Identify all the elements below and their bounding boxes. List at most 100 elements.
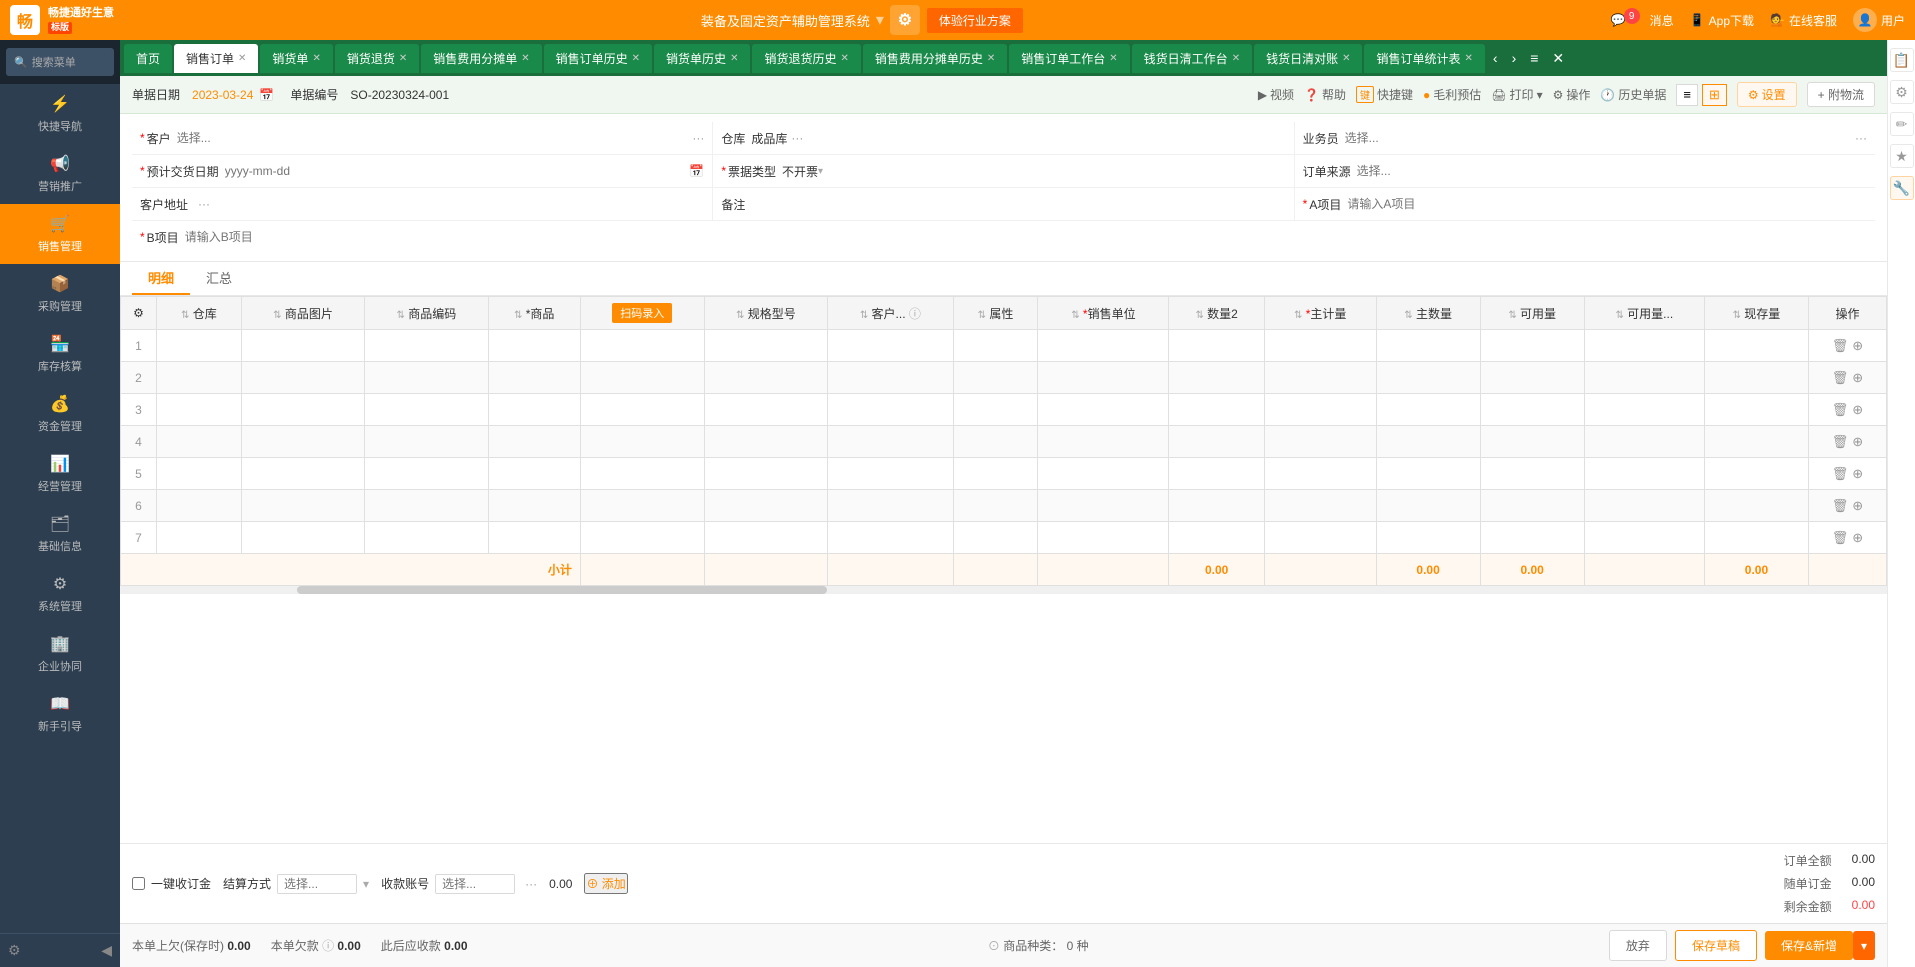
- tab-close-daily-account[interactable]: ✕: [1342, 53, 1350, 64]
- customer-more-btn[interactable]: ···: [692, 131, 704, 145]
- th-product-code[interactable]: ⇅ 商品编码: [365, 297, 488, 330]
- td-qty2-7[interactable]: [1169, 522, 1265, 554]
- tab-close-refund-history[interactable]: ✕: [840, 53, 848, 64]
- td-spec-4[interactable]: [704, 426, 827, 458]
- history-btn[interactable]: 🕐 历史单据: [1600, 86, 1666, 103]
- td-customer-2[interactable]: [828, 362, 954, 394]
- td-product-name-2[interactable]: [488, 362, 580, 394]
- tab-close-sales-invoice[interactable]: ✕: [312, 53, 320, 64]
- td-spec-1[interactable]: [704, 330, 827, 362]
- copy-row-5-btn[interactable]: ⊕: [1852, 466, 1863, 482]
- td-available-7[interactable]: [1480, 522, 1584, 554]
- scan-input-btn[interactable]: 扫码录入: [612, 303, 672, 323]
- td-main-qty-3[interactable]: [1376, 394, 1480, 426]
- th-main-unit[interactable]: ⇅ *主计量: [1264, 297, 1376, 330]
- invoice-type-select[interactable]: 不开票: [782, 163, 818, 180]
- td-available2-3[interactable]: [1584, 394, 1704, 426]
- sidebar-item-operations[interactable]: 📊 经营管理: [0, 444, 120, 504]
- grid-layout-btn[interactable]: ⊞: [1702, 84, 1727, 106]
- td-sales-unit-6[interactable]: [1038, 490, 1169, 522]
- delete-row-6-btn[interactable]: 🗑: [1832, 498, 1849, 514]
- sidebar-item-quick-nav[interactable]: ⚡ 快捷导航: [0, 84, 120, 144]
- delete-row-4-btn[interactable]: 🗑: [1832, 434, 1849, 450]
- td-main-unit-4[interactable]: [1264, 426, 1376, 458]
- payment-method-input[interactable]: [277, 874, 357, 894]
- td-spec-7[interactable]: [704, 522, 827, 554]
- help-btn[interactable]: ❓ 帮助: [1304, 86, 1346, 103]
- tab-sales-order-history[interactable]: 销售订单历史 ✕: [544, 44, 652, 73]
- right-settings-btn[interactable]: ⚙ 设置: [1737, 82, 1797, 107]
- td-attr-7[interactable]: [953, 522, 1038, 554]
- td-available-3[interactable]: [1480, 394, 1584, 426]
- td-warehouse-6[interactable]: [157, 490, 242, 522]
- action-btn[interactable]: ⚙ 操作: [1553, 86, 1591, 103]
- delete-row-2-btn[interactable]: 🗑: [1832, 370, 1849, 386]
- message-btn[interactable]: 💬 9 消息: [1611, 12, 1674, 29]
- td-main-unit-7[interactable]: [1264, 522, 1376, 554]
- user-avatar[interactable]: 👤 用户: [1853, 8, 1905, 32]
- attach-btn[interactable]: + 附物流: [1807, 82, 1875, 107]
- customer-input[interactable]: [177, 131, 689, 145]
- td-product-code-4[interactable]: [365, 426, 488, 458]
- delete-row-7-btn[interactable]: 🗑: [1832, 530, 1849, 546]
- td-attr-3[interactable]: [953, 394, 1038, 426]
- shortcut-btn[interactable]: 键 快捷键: [1356, 86, 1413, 103]
- app-download-btn[interactable]: 📱 App下载: [1690, 12, 1754, 29]
- td-product-image-3[interactable]: [241, 394, 364, 426]
- sidebar-settings-btn[interactable]: ⚙: [8, 942, 21, 959]
- td-available-5[interactable]: [1480, 458, 1584, 490]
- td-spec-5[interactable]: [704, 458, 827, 490]
- date-value[interactable]: 2023-03-24: [192, 88, 253, 102]
- td-product-name-3[interactable]: [488, 394, 580, 426]
- tab-sales-return-history[interactable]: 销货单历史 ✕: [654, 44, 750, 73]
- th-spec-model[interactable]: ⇅ 规格型号: [704, 297, 827, 330]
- right-sidebar-edit-btn[interactable]: ✏: [1890, 112, 1914, 136]
- th-available[interactable]: ⇅ 可用量: [1480, 297, 1584, 330]
- td-main-qty-4[interactable]: [1376, 426, 1480, 458]
- tab-sales-stat[interactable]: 销售订单统计表 ✕: [1364, 44, 1484, 73]
- sidebar-item-sales[interactable]: 🛒 销售管理: [0, 204, 120, 264]
- td-main-unit-3[interactable]: [1264, 394, 1376, 426]
- td-warehouse-5[interactable]: [157, 458, 242, 490]
- th-warehouse[interactable]: ⇅ 仓库: [157, 297, 242, 330]
- td-customer-6[interactable]: [828, 490, 954, 522]
- td-current-stock-6[interactable]: [1704, 490, 1808, 522]
- td-main-qty-6[interactable]: [1376, 490, 1480, 522]
- tab-sales-invoice[interactable]: 销货单 ✕: [260, 44, 332, 73]
- salesperson-more-btn[interactable]: ···: [1855, 131, 1867, 145]
- copy-row-7-btn[interactable]: ⊕: [1852, 530, 1863, 546]
- tab-summary[interactable]: 汇总: [190, 262, 248, 295]
- td-product-name-4[interactable]: [488, 426, 580, 458]
- td-attr-6[interactable]: [953, 490, 1038, 522]
- tab-nav-prev[interactable]: ‹: [1487, 46, 1504, 70]
- td-product-image-1[interactable]: [241, 330, 364, 362]
- online-service-btn[interactable]: 💁 在线客服: [1770, 12, 1837, 29]
- td-spec-3[interactable]: [704, 394, 827, 426]
- td-sales-unit-2[interactable]: [1038, 362, 1169, 394]
- save-draft-btn[interactable]: 保存草稿: [1675, 930, 1757, 961]
- td-qty2-2[interactable]: [1169, 362, 1265, 394]
- warehouse-more-btn[interactable]: ···: [791, 131, 803, 145]
- td-product-name-7[interactable]: [488, 522, 580, 554]
- tab-close-workbench[interactable]: ✕: [1109, 53, 1117, 64]
- td-spec-2[interactable]: [704, 362, 827, 394]
- tab-close-sales-refund[interactable]: ✕: [399, 53, 407, 64]
- profit-btn[interactable]: ● 毛利预估: [1423, 86, 1481, 103]
- td-customer-3[interactable]: [828, 394, 954, 426]
- add-payment-btn[interactable]: ⊕ 添加: [584, 873, 627, 894]
- td-attr-2[interactable]: [953, 362, 1038, 394]
- copy-row-2-btn[interactable]: ⊕: [1852, 370, 1863, 386]
- list-layout-btn[interactable]: ≡: [1676, 84, 1698, 106]
- td-available2-1[interactable]: [1584, 330, 1704, 362]
- td-available2-2[interactable]: [1584, 362, 1704, 394]
- td-current-stock-5[interactable]: [1704, 458, 1808, 490]
- right-sidebar-star-btn[interactable]: ★: [1890, 144, 1914, 168]
- tab-close-sales-order[interactable]: ✕: [238, 53, 246, 64]
- td-main-qty-2[interactable]: [1376, 362, 1480, 394]
- tab-close-sales-expense[interactable]: ✕: [521, 53, 529, 64]
- td-warehouse-2[interactable]: [157, 362, 242, 394]
- sidebar-collapse-btn[interactable]: ◀: [101, 942, 112, 959]
- td-qty2-3[interactable]: [1169, 394, 1265, 426]
- td-available2-6[interactable]: [1584, 490, 1704, 522]
- tab-more-btn[interactable]: ≡: [1524, 46, 1544, 70]
